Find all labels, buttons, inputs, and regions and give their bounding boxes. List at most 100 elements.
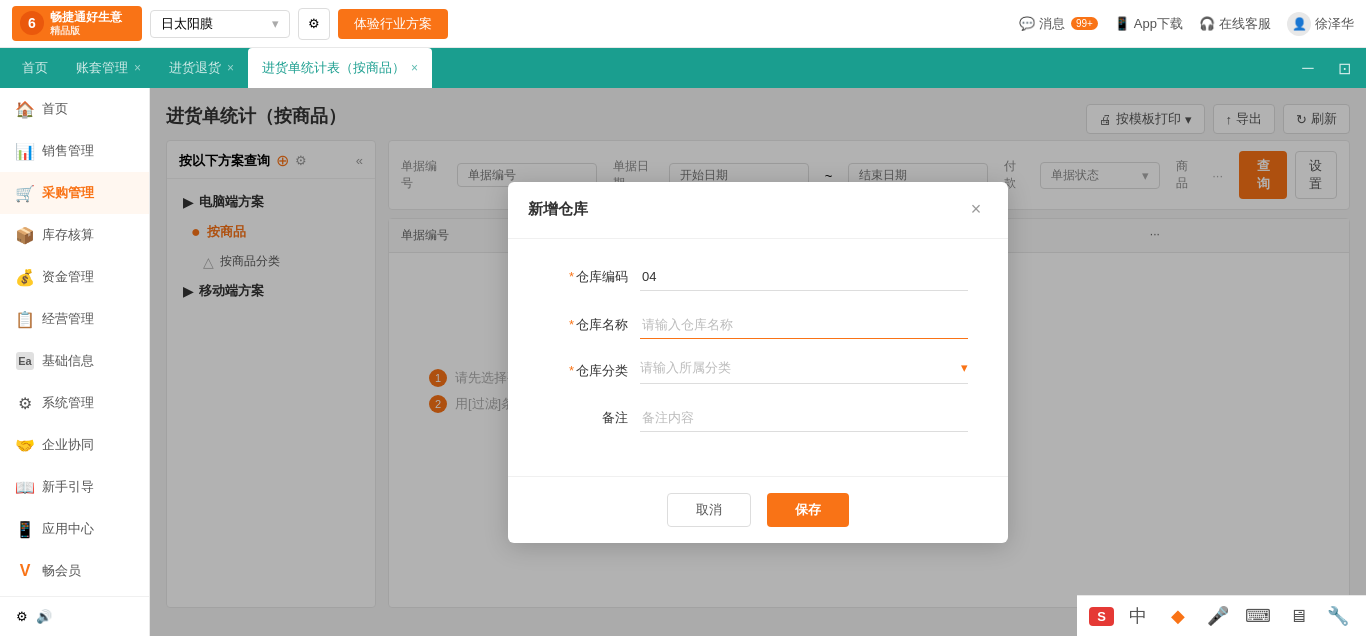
purchase-icon: 🛒 <box>16 184 34 202</box>
sidebar-item-home[interactable]: 🏠 首页 <box>0 88 149 130</box>
sidebar-label-app: 应用中心 <box>42 520 94 538</box>
system-icon: ⚙ <box>16 394 34 412</box>
sidebar-item-system[interactable]: ⚙ 系统管理 <box>0 382 149 424</box>
save-button[interactable]: 保存 <box>767 493 849 527</box>
online-service-btn[interactable]: 🎧 在线客服 <box>1199 15 1271 33</box>
tab-purchase-stat[interactable]: 进货单统计表（按商品） × <box>248 48 432 88</box>
dialog-body: *仓库编码 *仓库名称 *仓库分类 <box>508 239 1008 476</box>
settings-icon-btn[interactable]: ⚙ <box>298 8 330 40</box>
tab-purchase-stat-close[interactable]: × <box>411 61 418 75</box>
form-label-code: *仓库编码 <box>548 268 628 286</box>
sidebar-label-operation: 经营管理 <box>42 310 94 328</box>
warehouse-name-input[interactable] <box>640 311 968 339</box>
form-label-category: *仓库分类 <box>548 362 628 380</box>
required-star-category: * <box>569 363 574 378</box>
sidebar-item-guide[interactable]: 📖 新手引导 <box>0 466 149 508</box>
app-icon: 📱 <box>16 520 34 538</box>
settings-bottom-icon[interactable]: ⚙ <box>16 609 28 624</box>
modal-overlay: 新增仓库 × *仓库编码 *仓库名称 <box>150 88 1366 636</box>
sidebar: 🏠 首页 📊 销售管理 🛒 采购管理 📦 库存核算 💰 资金管理 📋 经营管理 … <box>0 88 150 636</box>
gear-icon: ⚙ <box>308 16 320 31</box>
basic-icon: Ea <box>16 352 34 370</box>
category-select-wrapper[interactable]: 请输入所属分类 ▾ <box>640 359 968 384</box>
required-star-code: * <box>569 269 574 284</box>
sidebar-item-purchase[interactable]: 🛒 采购管理 <box>0 172 149 214</box>
store-name: 日太阳膜 <box>161 15 213 33</box>
sidebar-label-stock: 库存核算 <box>42 226 94 244</box>
user-profile-btn[interactable]: 👤 徐泽华 <box>1287 12 1354 36</box>
messages-btn[interactable]: 💬 消息 99+ <box>1019 15 1098 33</box>
dialog-title: 新增仓库 <box>528 200 588 219</box>
s-logo: S <box>1089 607 1114 626</box>
enterprise-icon: 🤝 <box>16 436 34 454</box>
user-name: 徐泽华 <box>1315 15 1354 33</box>
tools-icon[interactable]: 🔧 <box>1322 600 1354 632</box>
trial-button[interactable]: 体验行业方案 <box>338 9 448 39</box>
diamond-icon[interactable]: ◆ <box>1162 600 1194 632</box>
main-layout: 🏠 首页 📊 销售管理 🛒 采购管理 📦 库存核算 💰 资金管理 📋 经营管理 … <box>0 88 1366 636</box>
sidebar-item-basic[interactable]: Ea 基础信息 <box>0 340 149 382</box>
sidebar-label-enterprise: 企业协同 <box>42 436 94 454</box>
sidebar-label-guide: 新手引导 <box>42 478 94 496</box>
message-icon: 💬 <box>1019 16 1035 31</box>
app-download-label: App下载 <box>1134 15 1183 33</box>
form-label-remark: 备注 <box>548 409 628 427</box>
sidebar-item-enterprise[interactable]: 🤝 企业协同 <box>0 424 149 466</box>
cancel-button[interactable]: 取消 <box>667 493 751 527</box>
volume-icon[interactable]: 🔊 <box>36 609 52 624</box>
tab-expand-icon[interactable]: ⊡ <box>1330 54 1358 82</box>
chevron-down-icon: ▾ <box>272 16 279 31</box>
logo-text: 畅捷通好生意 <box>50 10 122 24</box>
tab-purchase-return-close[interactable]: × <box>227 61 234 75</box>
tab-home-label: 首页 <box>22 59 48 77</box>
category-placeholder: 请输入所属分类 <box>640 359 731 377</box>
dialog-close-icon[interactable]: × <box>964 198 988 222</box>
new-warehouse-dialog: 新增仓库 × *仓库编码 *仓库名称 <box>508 182 1008 543</box>
sidebar-label-basic: 基础信息 <box>42 352 94 370</box>
sidebar-item-sales[interactable]: 📊 销售管理 <box>0 130 149 172</box>
remark-input[interactable] <box>640 404 968 432</box>
sidebar-item-operation[interactable]: 📋 经营管理 <box>0 298 149 340</box>
stock-icon: 📦 <box>16 226 34 244</box>
sidebar-item-stock[interactable]: 📦 库存核算 <box>0 214 149 256</box>
logo-icon: 6 <box>20 11 44 35</box>
category-chevron-icon: ▾ <box>961 360 968 375</box>
logo-sub: 精品版 <box>50 25 122 37</box>
phone-icon: 📱 <box>1114 16 1130 31</box>
sidebar-item-app[interactable]: 📱 应用中心 <box>0 508 149 550</box>
sales-icon: 📊 <box>16 142 34 160</box>
form-label-name: *仓库名称 <box>548 316 628 334</box>
monitor-icon[interactable]: 🖥 <box>1282 600 1314 632</box>
sidebar-bottom: ⚙ 🔊 <box>0 596 149 636</box>
store-selector[interactable]: 日太阳膜 ▾ <box>150 10 290 38</box>
chinese-input-icon[interactable]: 中 <box>1122 600 1154 632</box>
vip-icon: V <box>16 562 34 580</box>
app-download-btn[interactable]: 📱 App下载 <box>1114 15 1183 33</box>
tab-purchase-return[interactable]: 进货退货 × <box>155 48 248 88</box>
sidebar-label-system: 系统管理 <box>42 394 94 412</box>
sidebar-label-home: 首页 <box>42 100 68 118</box>
form-row-remark: 备注 <box>548 404 968 432</box>
header-right: 💬 消息 99+ 📱 App下载 🎧 在线客服 👤 徐泽华 <box>1019 12 1354 36</box>
logo-area: 6 畅捷通好生意 精品版 <box>12 6 142 40</box>
tab-account-close[interactable]: × <box>134 61 141 75</box>
keyboard-icon[interactable]: ⌨ <box>1242 600 1274 632</box>
tab-home[interactable]: 首页 <box>8 48 62 88</box>
tab-account[interactable]: 账套管理 × <box>62 48 155 88</box>
tab-minimize-icon[interactable]: ─ <box>1294 54 1322 82</box>
online-service-label: 在线客服 <box>1219 15 1271 33</box>
finance-icon: 💰 <box>16 268 34 286</box>
microphone-icon[interactable]: 🎤 <box>1202 600 1234 632</box>
s-logo-text: S <box>1097 609 1106 624</box>
sidebar-label-vip: 畅会员 <box>42 562 81 580</box>
dialog-footer: 取消 保存 <box>508 476 1008 543</box>
sidebar-item-vip[interactable]: V 畅会员 <box>0 550 149 592</box>
home-icon: 🏠 <box>16 100 34 118</box>
warehouse-code-input[interactable] <box>640 263 968 291</box>
dialog-header: 新增仓库 × <box>508 182 1008 239</box>
top-header: 6 畅捷通好生意 精品版 日太阳膜 ▾ ⚙ 体验行业方案 💬 消息 99+ 📱 … <box>0 0 1366 48</box>
sidebar-item-finance[interactable]: 💰 资金管理 <box>0 256 149 298</box>
form-row-code: *仓库编码 <box>548 263 968 291</box>
sidebar-label-finance: 资金管理 <box>42 268 94 286</box>
tab-right-icons: ─ ⊡ <box>1294 54 1358 82</box>
